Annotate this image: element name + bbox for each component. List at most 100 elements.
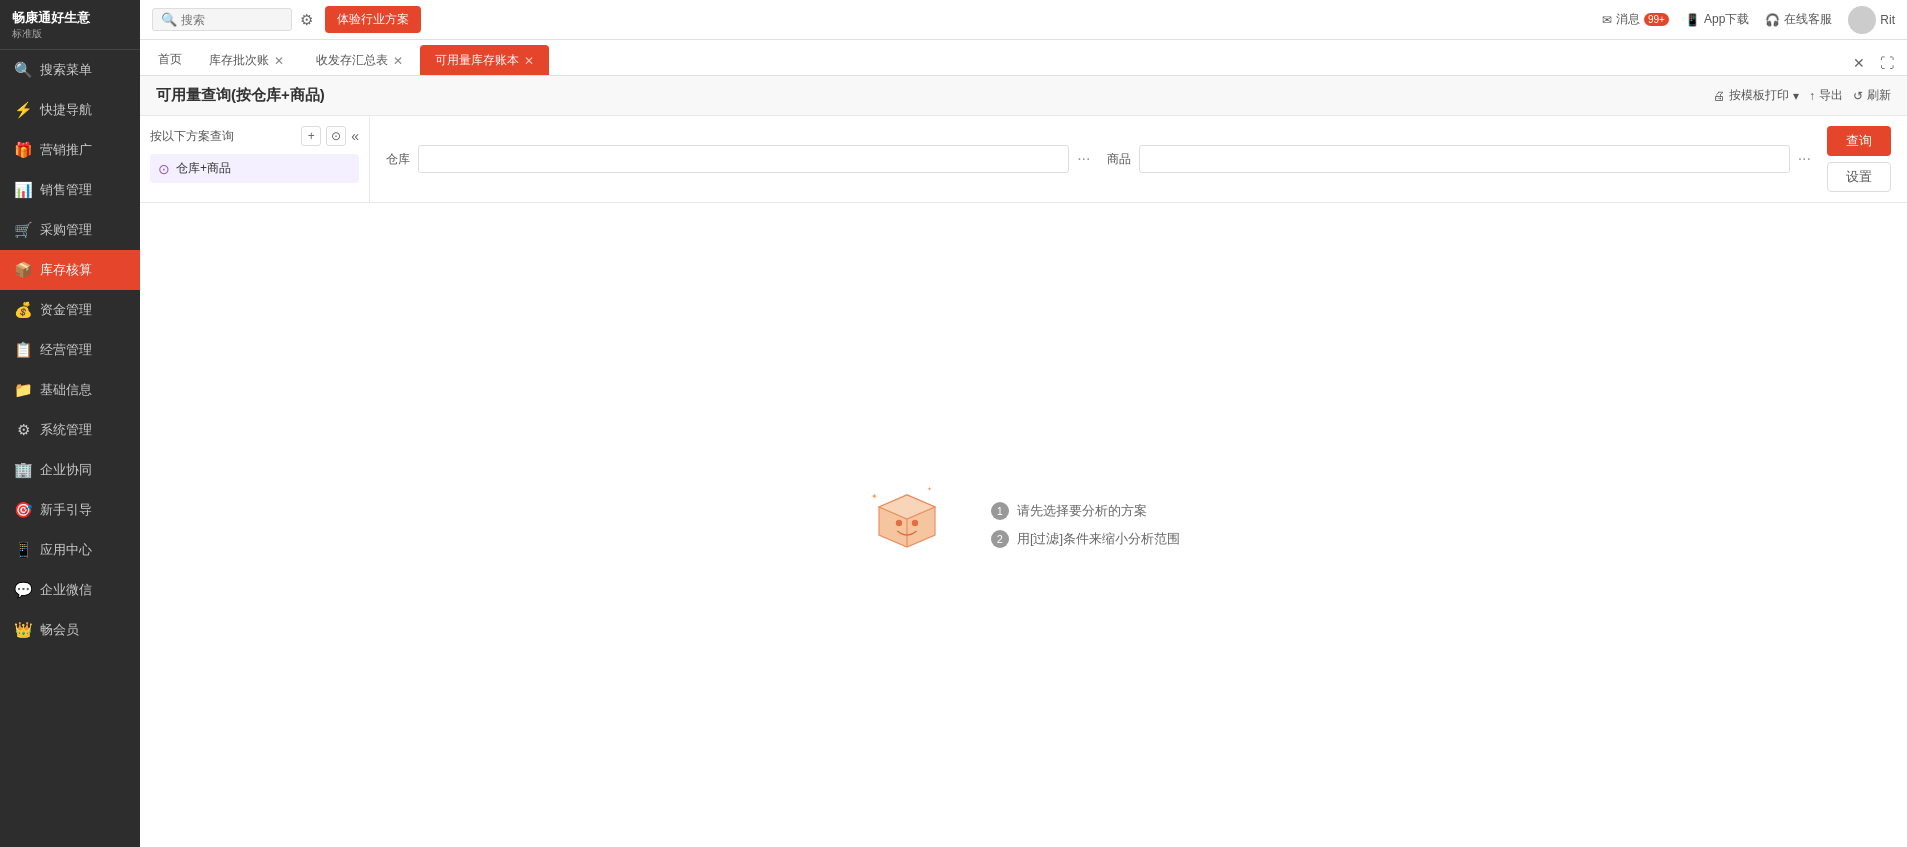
sidebar-item-enterprise[interactable]: 🏢 企业协同	[0, 450, 140, 490]
column-setting-button[interactable]: 设置	[1827, 162, 1891, 192]
tab-batch-label: 库存批次账	[209, 52, 269, 69]
svg-text:✦: ✦	[927, 485, 932, 492]
sidebar-item-label: 搜索菜单	[40, 61, 92, 79]
basic-icon: 📁	[14, 381, 32, 399]
topbar-search-box[interactable]: 🔍	[152, 8, 292, 31]
message-button[interactable]: ✉ 消息 99+	[1602, 11, 1669, 28]
sidebar-item-label: 库存核算	[40, 261, 92, 279]
purchase-icon: 🛒	[14, 221, 32, 239]
hint-text-2: 用[过滤]条件来缩小分析范围	[1017, 530, 1180, 548]
sidebar-item-label: 资金管理	[40, 301, 92, 319]
filter-scheme-title: 按以下方案查询	[150, 128, 234, 145]
gear-icon[interactable]: ⚙	[300, 11, 313, 29]
sidebar-item-label: 基础信息	[40, 381, 92, 399]
sidebar-item-member[interactable]: 👑 畅会员	[0, 610, 140, 650]
message-label: 消息	[1616, 11, 1640, 28]
sidebar-item-newbie[interactable]: 🎯 新手引导	[0, 490, 140, 530]
tab-inventory-summary-label: 收发存汇总表	[316, 52, 388, 69]
filter-warehouse-input[interactable]	[418, 145, 1069, 173]
tab-close-all-button[interactable]: ✕	[1847, 51, 1871, 75]
sidebar-item-inventory[interactable]: 📦 库存核算	[0, 250, 140, 290]
user-avatar-button[interactable]: Rit	[1848, 6, 1895, 34]
refresh-button[interactable]: ↺ 刷新	[1853, 87, 1891, 104]
sidebar-item-label: 企业协同	[40, 461, 92, 479]
filter-warehouse-label: 仓库	[386, 151, 410, 168]
empty-state: ✦ ✦ 1 请先选择要分析的方案 2 用[过滤]条件来缩小分析范围	[140, 203, 1907, 847]
app-download-button[interactable]: 📱 App下载	[1685, 11, 1749, 28]
sidebar-item-appcenter[interactable]: 📱 应用中心	[0, 530, 140, 570]
refresh-icon: ↺	[1853, 89, 1863, 103]
service-label: 在线客服	[1784, 11, 1832, 28]
sidebar-item-sales[interactable]: 📊 销售管理	[0, 170, 140, 210]
filter-collapse-button[interactable]: «	[351, 128, 359, 144]
sidebar-edition: 标准版	[12, 27, 128, 41]
sidebar-item-marketing[interactable]: 🎁 营销推广	[0, 130, 140, 170]
tab-batch-close[interactable]: ✕	[274, 54, 284, 68]
sidebar-item-weixin[interactable]: 💬 企业微信	[0, 570, 140, 610]
app-label: App下载	[1704, 11, 1749, 28]
tab-home[interactable]: 首页	[148, 44, 192, 75]
sidebar-item-search[interactable]: 🔍 搜索菜单	[0, 50, 140, 90]
tabs-bar: 首页 库存批次账 ✕ 收发存汇总表 ✕ 可用量库存账本 ✕ ✕ ⛶	[140, 40, 1907, 76]
hint-num-2: 2	[991, 530, 1009, 548]
scheme-icon: ⊙	[158, 161, 170, 177]
tab-batch[interactable]: 库存批次账 ✕	[194, 45, 299, 75]
filter-actions: 查询 设置	[1827, 116, 1907, 202]
filter-product-more-icon[interactable]: ···	[1798, 150, 1811, 168]
filter-scheme-warehouse-product[interactable]: ⊙ 仓库+商品	[150, 154, 359, 183]
hint-num-1: 1	[991, 502, 1009, 520]
print-button[interactable]: 🖨 按模板打印 ▾	[1713, 87, 1799, 104]
sales-icon: 📊	[14, 181, 32, 199]
sidebar-item-label: 系统管理	[40, 421, 92, 439]
message-badge: 99+	[1644, 13, 1669, 26]
trial-button[interactable]: 体验行业方案	[325, 6, 421, 33]
print-chevron-icon: ▾	[1793, 89, 1799, 103]
message-icon: ✉	[1602, 13, 1612, 27]
sidebar-item-finance[interactable]: 💰 资金管理	[0, 290, 140, 330]
search-input[interactable]	[181, 13, 281, 27]
sidebar-item-purchase[interactable]: 🛒 采购管理	[0, 210, 140, 250]
filter-product-input[interactable]	[1139, 145, 1790, 173]
tab-inventory-summary-close[interactable]: ✕	[393, 54, 403, 68]
tab-expand-button[interactable]: ⛶	[1875, 51, 1899, 75]
tab-available-qty-close[interactable]: ✕	[524, 54, 534, 68]
svg-point-4	[912, 520, 918, 526]
filter-main: 仓库 ··· 商品 ···	[370, 116, 1827, 202]
content-area: 可用量查询(按仓库+商品) 🖨 按模板打印 ▾ ↑ 导出 ↺ 刷新	[140, 76, 1907, 847]
sidebar-item-label: 快捷导航	[40, 101, 92, 119]
sidebar-item-label: 销售管理	[40, 181, 92, 199]
filter-product-label: 商品	[1107, 151, 1131, 168]
avatar	[1848, 6, 1876, 34]
filter-setting-icon-button[interactable]: ⊙	[326, 126, 346, 146]
shortcut-icon: ⚡	[14, 101, 32, 119]
sidebar-item-label: 经营管理	[40, 341, 92, 359]
topbar: 🔍 ⚙ 体验行业方案 ✉ 消息 99+ 📱 App下载 🎧 在线客服 Rit	[140, 0, 1907, 40]
filter-add-button[interactable]: +	[301, 126, 321, 146]
tab-available-qty[interactable]: 可用量库存账本 ✕	[420, 45, 549, 75]
empty-hint-1: 1 请先选择要分析的方案	[991, 502, 1180, 520]
sidebar-item-shortcut[interactable]: ⚡ 快捷导航	[0, 90, 140, 130]
svg-text:✦: ✦	[871, 492, 878, 501]
empty-illustration: ✦ ✦	[867, 475, 967, 575]
filter-warehouse-more-icon[interactable]: ···	[1077, 150, 1090, 168]
export-label: 导出	[1819, 87, 1843, 104]
empty-hint-2: 2 用[过滤]条件来缩小分析范围	[991, 530, 1180, 548]
page-title: 可用量查询(按仓库+商品)	[156, 86, 325, 105]
sidebar-header: 畅康通好生意 标准版	[0, 0, 140, 50]
sidebar-item-basic[interactable]: 📁 基础信息	[0, 370, 140, 410]
sidebar-item-system[interactable]: ⚙ 系统管理	[0, 410, 140, 450]
export-button[interactable]: ↑ 导出	[1809, 87, 1843, 104]
query-button[interactable]: 查询	[1827, 126, 1891, 156]
sidebar: 畅康通好生意 标准版 🔍 搜索菜单 ⚡ 快捷导航 🎁 营销推广 📊 销售管理 🛒…	[0, 0, 140, 847]
sidebar-item-operations[interactable]: 📋 经营管理	[0, 330, 140, 370]
service-icon: 🎧	[1765, 13, 1780, 27]
service-button[interactable]: 🎧 在线客服	[1765, 11, 1832, 28]
tab-inventory-summary[interactable]: 收发存汇总表 ✕	[301, 45, 418, 75]
export-icon: ↑	[1809, 89, 1815, 103]
marketing-icon: 🎁	[14, 141, 32, 159]
filter-area: 按以下方案查询 + ⊙ « ⊙ 仓库+商品 仓库 ···	[140, 116, 1907, 203]
scheme-label: 仓库+商品	[176, 160, 231, 177]
filter-sidebar-header: 按以下方案查询 + ⊙ «	[150, 126, 359, 146]
empty-state-content: ✦ ✦ 1 请先选择要分析的方案 2 用[过滤]条件来缩小分析范围	[867, 475, 1180, 575]
filter-warehouse-field: 仓库 ···	[386, 145, 1091, 173]
